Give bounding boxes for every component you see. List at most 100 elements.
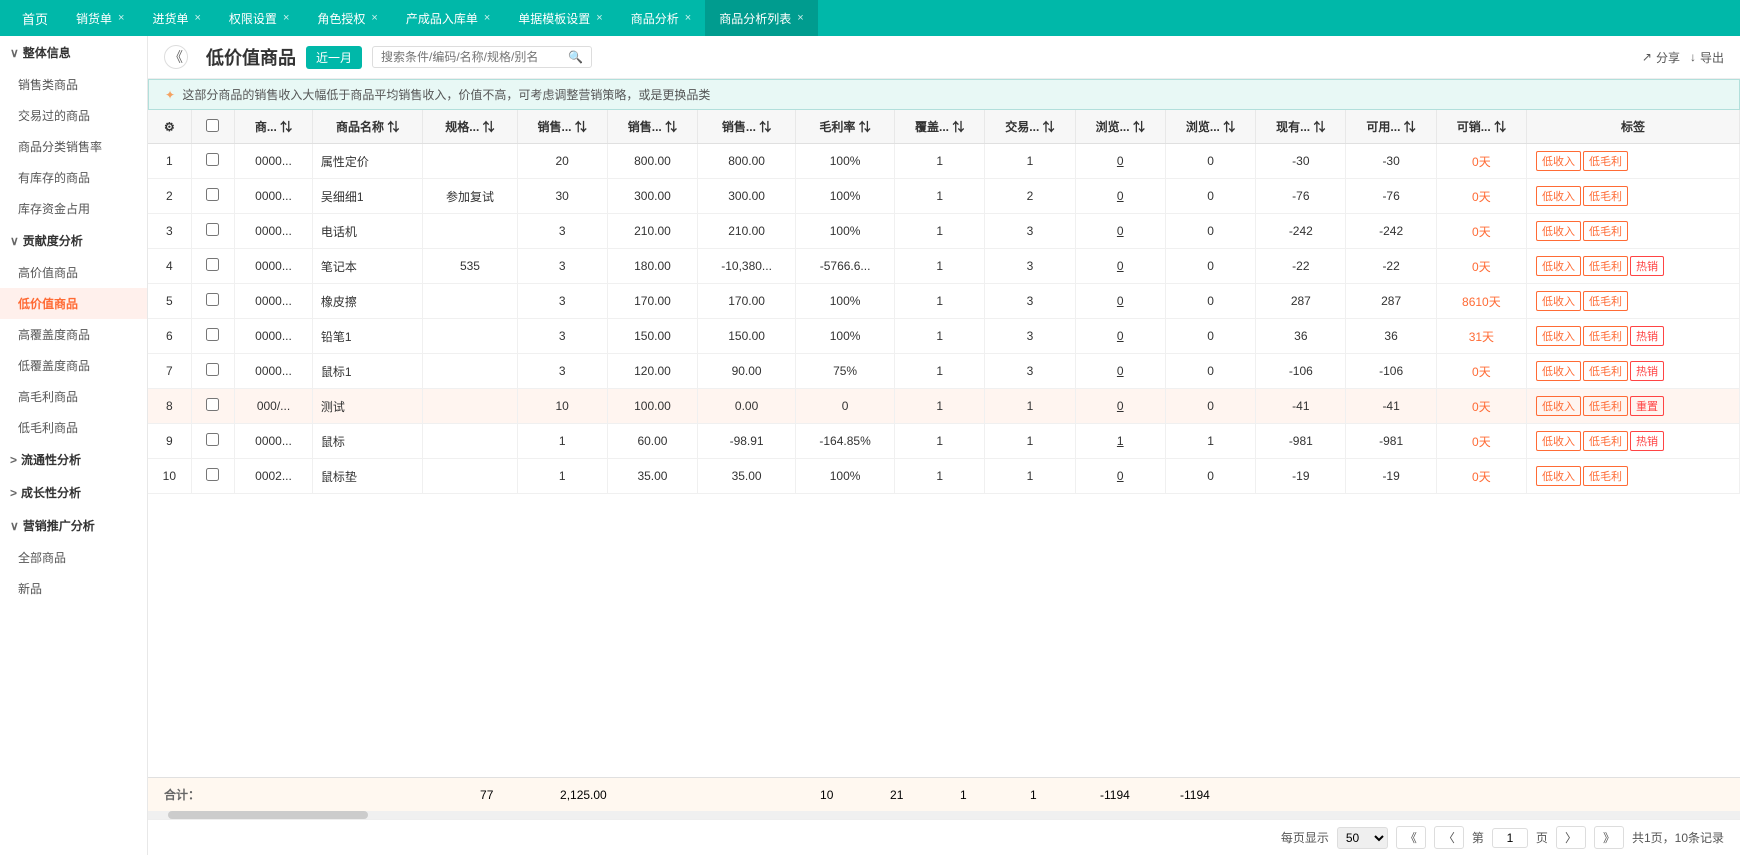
search-icon[interactable]: 🔍	[568, 50, 583, 64]
col-profit-rate[interactable]: 毛利率 ⇅	[796, 110, 895, 144]
sidebar-item-stock-goods[interactable]: 有库存的商品	[0, 162, 147, 193]
sidebar-item-category-sales-rate[interactable]: 商品分类销售率	[0, 131, 147, 162]
row-checkbox-cell[interactable]	[191, 144, 234, 179]
col-stock3[interactable]: 可销... ⇅	[1436, 110, 1526, 144]
nav-template-settings[interactable]: 单据模板设置 ×	[504, 0, 616, 36]
sidebar-item-all-goods[interactable]: 全部商品	[0, 542, 147, 573]
nav-purchase-order[interactable]: 进货单 ×	[138, 0, 214, 36]
sidebar-section-growth[interactable]: > 成长性分析	[0, 476, 147, 509]
col-stock2[interactable]: 可用... ⇅	[1346, 110, 1436, 144]
close-purchase-order-icon[interactable]: ×	[194, 12, 200, 24]
period-button[interactable]: 近一月	[306, 46, 362, 69]
sidebar-item-high-value[interactable]: 高价值商品	[0, 257, 147, 288]
browse-link[interactable]: 0	[1117, 154, 1124, 168]
browse-link[interactable]: 0	[1117, 364, 1124, 378]
nav-role-auth[interactable]: 角色授权 ×	[303, 0, 391, 36]
row-browse1[interactable]: 0	[1075, 319, 1165, 354]
col-settings[interactable]: ⚙	[148, 110, 191, 144]
prev-page-button[interactable]: 〈	[1434, 826, 1464, 849]
col-stock1[interactable]: 现有... ⇅	[1256, 110, 1346, 144]
row-checkbox[interactable]	[206, 433, 219, 446]
row-checkbox[interactable]	[206, 293, 219, 306]
col-sale-amt[interactable]: 销售... ⇅	[607, 110, 697, 144]
sidebar-collapse-button[interactable]: 《	[164, 45, 188, 69]
row-checkbox[interactable]	[206, 468, 219, 481]
last-page-button[interactable]: 》	[1594, 826, 1624, 849]
sidebar-item-high-profit[interactable]: 高毛利商品	[0, 381, 147, 412]
browse-link[interactable]: 0	[1117, 329, 1124, 343]
close-template-settings-icon[interactable]: ×	[596, 12, 602, 24]
col-code[interactable]: 商... ⇅	[235, 110, 313, 144]
sidebar-section-circulation[interactable]: > 流通性分析	[0, 443, 147, 476]
current-page-input[interactable]: 1	[1492, 828, 1528, 848]
sidebar-item-sales-goods[interactable]: 销售类商品	[0, 69, 147, 100]
row-checkbox[interactable]	[206, 328, 219, 341]
browse-link[interactable]: 0	[1117, 294, 1124, 308]
col-browse1[interactable]: 浏览... ⇅	[1075, 110, 1165, 144]
close-product-inbound-icon[interactable]: ×	[484, 12, 490, 24]
col-browse2[interactable]: 浏览... ⇅	[1165, 110, 1255, 144]
row-checkbox-cell[interactable]	[191, 214, 234, 249]
browse-link[interactable]: 0	[1117, 224, 1124, 238]
nav-product-analysis[interactable]: 商品分析 ×	[617, 0, 705, 36]
sidebar-item-low-value[interactable]: 低价值商品	[0, 288, 147, 319]
row-browse1[interactable]: 0	[1075, 284, 1165, 319]
settings-icon[interactable]: ⚙	[164, 120, 175, 134]
browse-link[interactable]: 0	[1117, 399, 1124, 413]
sidebar-item-new-goods[interactable]: 新品	[0, 573, 147, 604]
close-permissions-icon[interactable]: ×	[283, 12, 289, 24]
row-checkbox-cell[interactable]	[191, 424, 234, 459]
nav-permissions[interactable]: 权限设置 ×	[215, 0, 303, 36]
close-product-analysis-icon[interactable]: ×	[685, 12, 691, 24]
row-checkbox[interactable]	[206, 153, 219, 166]
row-checkbox[interactable]	[206, 398, 219, 411]
nav-product-analysis-list[interactable]: 商品分析列表 ×	[705, 0, 817, 36]
col-spec[interactable]: 规格... ⇅	[423, 110, 517, 144]
scrollbar-thumb[interactable]	[168, 811, 368, 819]
sidebar-item-traded-goods[interactable]: 交易过的商品	[0, 100, 147, 131]
nav-product-inbound[interactable]: 产成品入库单 ×	[392, 0, 504, 36]
sidebar-section-marketing[interactable]: ∨ 营销推广分析	[0, 509, 147, 542]
row-checkbox-cell[interactable]	[191, 249, 234, 284]
nav-home[interactable]: 首页	[8, 0, 62, 36]
row-browse1[interactable]: 1	[1075, 424, 1165, 459]
row-browse1[interactable]: 0	[1075, 389, 1165, 424]
horizontal-scrollbar[interactable]	[148, 811, 1740, 819]
row-checkbox-cell[interactable]	[191, 284, 234, 319]
browse-link[interactable]: 1	[1117, 434, 1124, 448]
row-checkbox-cell[interactable]	[191, 389, 234, 424]
row-browse1[interactable]: 0	[1075, 179, 1165, 214]
table-wrapper[interactable]: ⚙ 商... ⇅ 商品名称 ⇅ 规格... ⇅ 销售... ⇅ 销售... ⇅ …	[148, 110, 1740, 777]
col-name[interactable]: 商品名称 ⇅	[312, 110, 423, 144]
row-browse1[interactable]: 0	[1075, 459, 1165, 494]
col-sale-profit[interactable]: 销售... ⇅	[698, 110, 796, 144]
sidebar-item-low-profit[interactable]: 低毛利商品	[0, 412, 147, 443]
col-checkbox[interactable]	[191, 110, 234, 144]
close-role-auth-icon[interactable]: ×	[371, 12, 377, 24]
sidebar-section-overall[interactable]: ∨ 整体信息	[0, 36, 147, 69]
row-checkbox[interactable]	[206, 363, 219, 376]
close-sales-order-icon[interactable]: ×	[118, 12, 124, 24]
next-page-button[interactable]: 〉	[1556, 826, 1586, 849]
sidebar-item-low-coverage[interactable]: 低覆盖度商品	[0, 350, 147, 381]
row-checkbox-cell[interactable]	[191, 354, 234, 389]
col-coverage[interactable]: 覆盖... ⇅	[895, 110, 985, 144]
sidebar-item-high-coverage[interactable]: 高覆盖度商品	[0, 319, 147, 350]
row-checkbox[interactable]	[206, 223, 219, 236]
per-page-select[interactable]: 50 100 200	[1337, 827, 1388, 849]
row-checkbox-cell[interactable]	[191, 459, 234, 494]
row-checkbox[interactable]	[206, 188, 219, 201]
share-button[interactable]: ↗ 分享	[1642, 49, 1680, 66]
row-browse1[interactable]: 0	[1075, 214, 1165, 249]
row-browse1[interactable]: 0	[1075, 249, 1165, 284]
sidebar-item-stock-capital[interactable]: 库存资金占用	[0, 193, 147, 224]
col-trade[interactable]: 交易... ⇅	[985, 110, 1075, 144]
search-input[interactable]	[381, 50, 568, 64]
browse-link[interactable]: 0	[1117, 189, 1124, 203]
row-checkbox-cell[interactable]	[191, 179, 234, 214]
close-product-analysis-list-icon[interactable]: ×	[797, 12, 803, 24]
col-sale-qty[interactable]: 销售... ⇅	[517, 110, 607, 144]
row-browse1[interactable]: 0	[1075, 144, 1165, 179]
row-checkbox-cell[interactable]	[191, 319, 234, 354]
sidebar-section-contribution[interactable]: ∨ 贡献度分析	[0, 224, 147, 257]
